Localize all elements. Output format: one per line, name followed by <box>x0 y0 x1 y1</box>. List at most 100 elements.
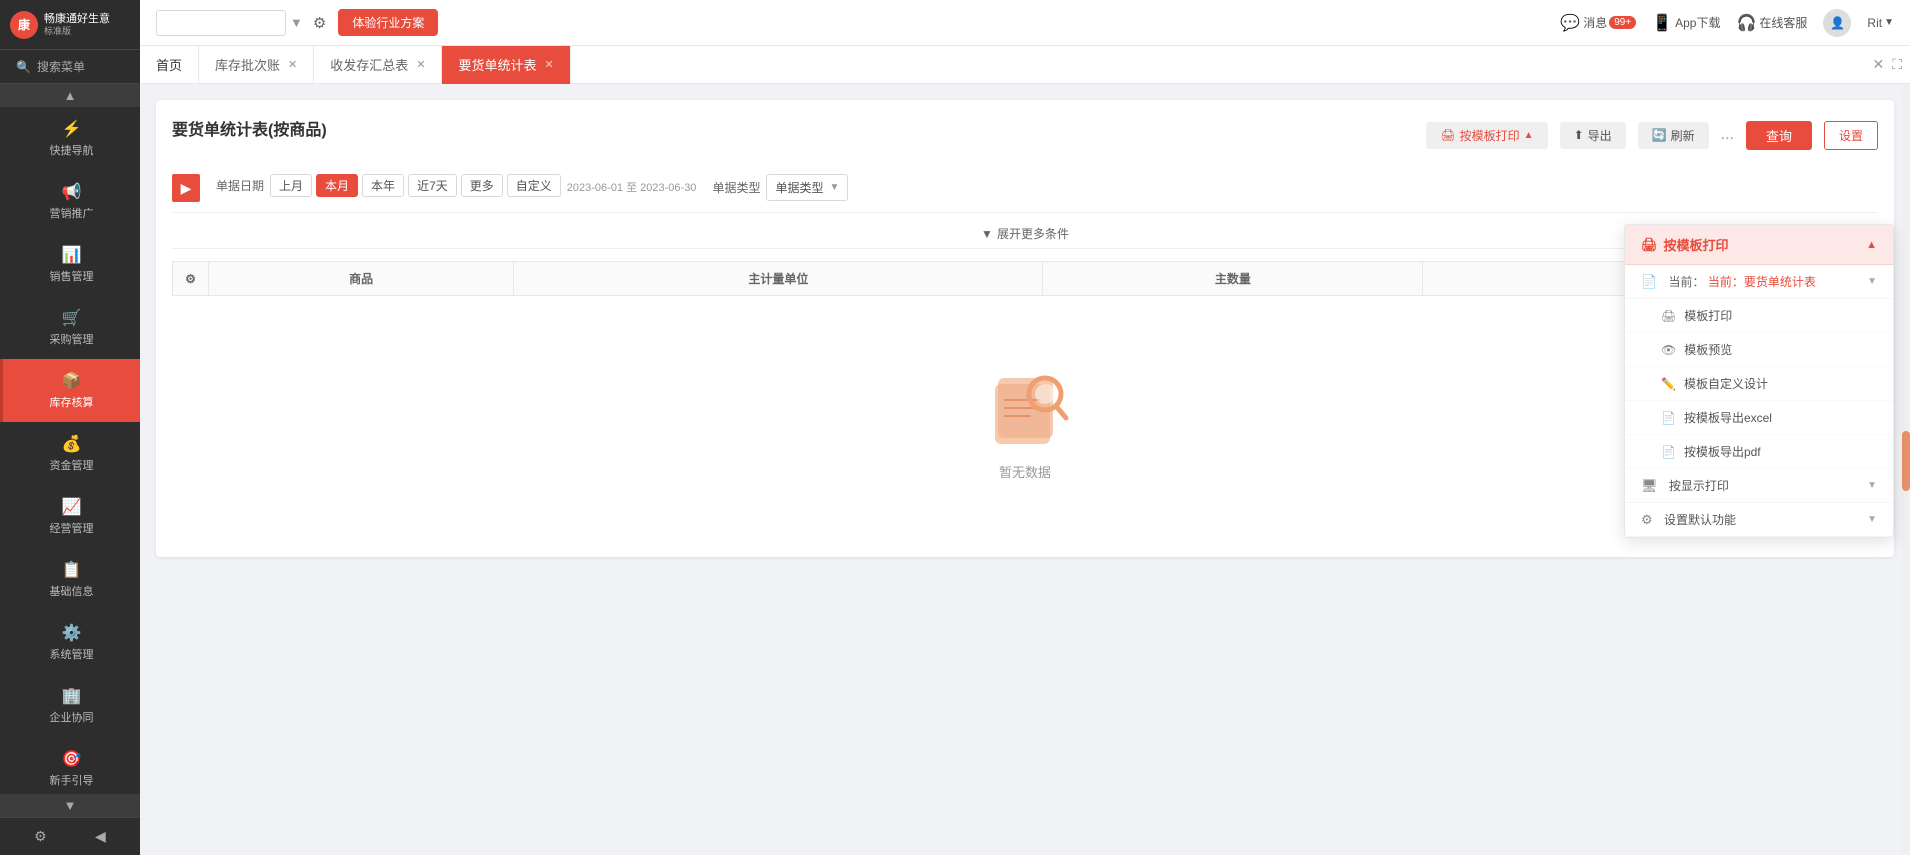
search-icon: 🔍 <box>16 60 31 74</box>
empty-state: 暂无数据 <box>172 296 1878 541</box>
tab-close-collection-summary[interactable]: ✕ <box>416 58 425 71</box>
sidebar-item-system[interactable]: ⚙️ 系统管理 <box>0 611 140 674</box>
topbar-search-input[interactable] <box>156 10 286 36</box>
system-icon: ⚙️ <box>62 623 82 643</box>
date-btn-more[interactable]: 更多 <box>461 174 503 197</box>
refresh-btn[interactable]: 🔄 刷新 <box>1638 122 1709 149</box>
export-icon: ⬆ <box>1574 128 1584 142</box>
type-select[interactable]: 单据类型 ▼ <box>766 174 848 201</box>
set-default-row[interactable]: ⚙ 设置默认功能 ▼ <box>1625 503 1893 537</box>
message-btn[interactable]: 💬 消息 99+ <box>1560 13 1636 33</box>
date-btn-this-year[interactable]: 本年 <box>362 174 404 197</box>
sidebar-item-marketing[interactable]: 📢 营销推广 <box>0 170 140 233</box>
query-btn[interactable]: 查询 <box>1746 121 1812 150</box>
quick-nav-icon: ⚡ <box>62 119 82 139</box>
service-icon: 🎧 <box>1736 13 1756 33</box>
template-excel-item[interactable]: 📄 按模板导出excel <box>1625 401 1893 435</box>
current-template-icon: 📄 <box>1641 274 1657 289</box>
export-btn[interactable]: ⬆ 导出 <box>1560 122 1626 149</box>
tab-close-inventory-batch[interactable]: ✕ <box>288 58 297 71</box>
display-print-icon: 🖥 <box>1641 478 1658 493</box>
template-excel-icon: 📄 <box>1661 411 1676 425</box>
trial-industry-btn[interactable]: 体验行业方案 <box>338 9 438 36</box>
sidebar-item-inventory[interactable]: 📦 库存核算 <box>0 359 140 422</box>
type-filter-label: 单据类型 <box>712 179 760 196</box>
tab-inventory-batch[interactable]: 库存批次账 ✕ <box>199 46 314 84</box>
date-btn-this-month[interactable]: 本月 <box>316 174 358 197</box>
page-title: 要货单统计表(按商品) <box>172 116 327 140</box>
filter-expand-icon: ▶ <box>181 180 192 197</box>
data-table: ⚙ 商品 主计量单位 主数量 零售金额 <box>172 261 1878 296</box>
message-badge: 99+ <box>1609 16 1636 29</box>
sidebar-nav: ⚡ 快捷导航 📢 营销推广 📊 销售管理 🛒 采购管理 📦 库存核算 💰 资金管… <box>0 107 140 794</box>
template-custom-item[interactable]: ✏️ 模板自定义设计 <box>1625 367 1893 401</box>
print-template-btn[interactable]: 🖨 按模板打印 ▲ <box>1426 122 1547 149</box>
username-label[interactable]: Rit ▼ <box>1867 16 1894 30</box>
more-options-btn[interactable]: ... <box>1721 126 1734 144</box>
print-icon: 🖨 <box>1440 128 1455 142</box>
topbar-actions: 💬 消息 99+ 📱 App下载 🎧 在线客服 👤 Rit ▼ <box>1560 9 1894 37</box>
current-template-arrow: ▼ <box>1867 276 1877 287</box>
topbar-gear-icon[interactable]: ⚙ <box>313 14 326 32</box>
template-pdf-icon: 📄 <box>1661 445 1676 459</box>
scrollbar-thumb <box>1902 431 1910 491</box>
display-print-row[interactable]: 🖥 按显示打印 ▼ <box>1625 469 1893 503</box>
tab-order-stats[interactable]: 要货单统计表 ✕ <box>442 46 570 84</box>
template-pdf-item[interactable]: 📄 按模板导出pdf <box>1625 435 1893 469</box>
set-default-icon: ⚙ <box>1641 512 1653 527</box>
app-download-btn[interactable]: 📱 App下载 <box>1652 13 1720 33</box>
scrollbar-track[interactable] <box>1902 84 1910 855</box>
sidebar-item-quick-nav[interactable]: ⚡ 快捷导航 <box>0 107 140 170</box>
date-filter-label: 单据日期 <box>216 177 264 194</box>
maximize-window-btn[interactable]: ⛶ <box>1892 56 1902 73</box>
minimize-window-btn[interactable]: ✕ <box>1872 56 1884 73</box>
date-btn-custom[interactable]: 自定义 <box>507 174 561 197</box>
sidebar-item-basic[interactable]: 📋 基础信息 <box>0 548 140 611</box>
sidebar-item-enterprise[interactable]: 🏢 企业协同 <box>0 674 140 737</box>
table-col-quantity: 主数量 <box>1043 262 1423 296</box>
print-dropdown-popup: 🖨 按模板打印 ▲ 📄 当前： 当前：要货单统计表 ▼ 🖨 模板打印 <box>1624 224 1894 538</box>
date-filter-group: 单据日期 上月 本月 本年 近7天 更多 自定义 2023-06-01 至 20… <box>216 174 696 197</box>
sidebar-item-operation[interactable]: 📈 经营管理 <box>0 485 140 548</box>
tab-close-order-stats[interactable]: ✕ <box>545 58 554 71</box>
enterprise-icon: 🏢 <box>62 686 82 706</box>
print-dropdown-title-icon: 🖨 <box>1641 237 1658 253</box>
print-dropdown-header[interactable]: 🖨 按模板打印 ▲ <box>1625 225 1893 265</box>
inventory-icon: 📦 <box>62 371 82 391</box>
filter-toggle-btn[interactable]: ▶ <box>172 174 200 202</box>
tabs-end: ✕ ⛶ <box>571 56 1910 73</box>
type-select-arrow: ▼ <box>829 182 839 193</box>
logo-text: 畅康通好生意 标准版 <box>44 12 110 38</box>
template-preview-item[interactable]: 👁 模板预览 <box>1625 333 1893 367</box>
date-btn-last-month[interactable]: 上月 <box>270 174 312 197</box>
sidebar-item-purchase[interactable]: 🛒 采购管理 <box>0 296 140 359</box>
settings-btn[interactable]: 设置 <box>1824 121 1878 150</box>
basic-icon: 📋 <box>62 560 82 580</box>
table-col-unit: 主计量单位 <box>514 262 1043 296</box>
current-template-row[interactable]: 📄 当前： 当前：要货单统计表 ▼ <box>1625 265 1893 299</box>
main-area: ▼ ⚙ 体验行业方案 💬 消息 99+ 📱 App下载 🎧 在线客服 👤 Rit… <box>140 0 1910 855</box>
sidebar-item-guide[interactable]: 🎯 新手引导 <box>0 737 140 794</box>
expand-down-icon: ▼ <box>981 227 993 241</box>
expand-conditions-btn[interactable]: ▼ 展开更多条件 <box>981 225 1069 242</box>
app-logo[interactable]: 康 畅康通好生意 标准版 <box>0 0 140 50</box>
user-avatar[interactable]: 👤 <box>1823 9 1851 37</box>
tab-home[interactable]: 首页 <box>140 46 199 84</box>
settings-gear-btn[interactable]: ⚙ <box>34 828 47 845</box>
sidebar-item-sales[interactable]: 📊 销售管理 <box>0 233 140 296</box>
collapse-btn[interactable]: ◀ <box>95 828 106 845</box>
sidebar-scroll-down[interactable]: ▼ <box>0 794 140 817</box>
sidebar-scroll-up[interactable]: ▲ <box>0 84 140 107</box>
online-service-btn[interactable]: 🎧 在线客服 <box>1736 13 1807 33</box>
table-header-row: ⚙ 商品 主计量单位 主数量 零售金额 <box>173 262 1878 296</box>
topbar-dropdown-arrow[interactable]: ▼ <box>290 15 303 30</box>
empty-text: 暂无数据 <box>999 462 1051 481</box>
date-btn-7days[interactable]: 近7天 <box>408 174 457 197</box>
template-print-item[interactable]: 🖨 模板打印 <box>1625 299 1893 333</box>
table-col-settings[interactable]: ⚙ <box>173 262 209 296</box>
sidebar-item-finance[interactable]: 💰 资金管理 <box>0 422 140 485</box>
tab-collection-summary[interactable]: 收发存汇总表 ✕ <box>314 46 442 84</box>
search-menu-btn[interactable]: 🔍 搜索菜单 <box>0 50 140 84</box>
print-dropdown-arrow: ▲ <box>1524 130 1534 141</box>
template-custom-icon: ✏️ <box>1661 377 1676 391</box>
